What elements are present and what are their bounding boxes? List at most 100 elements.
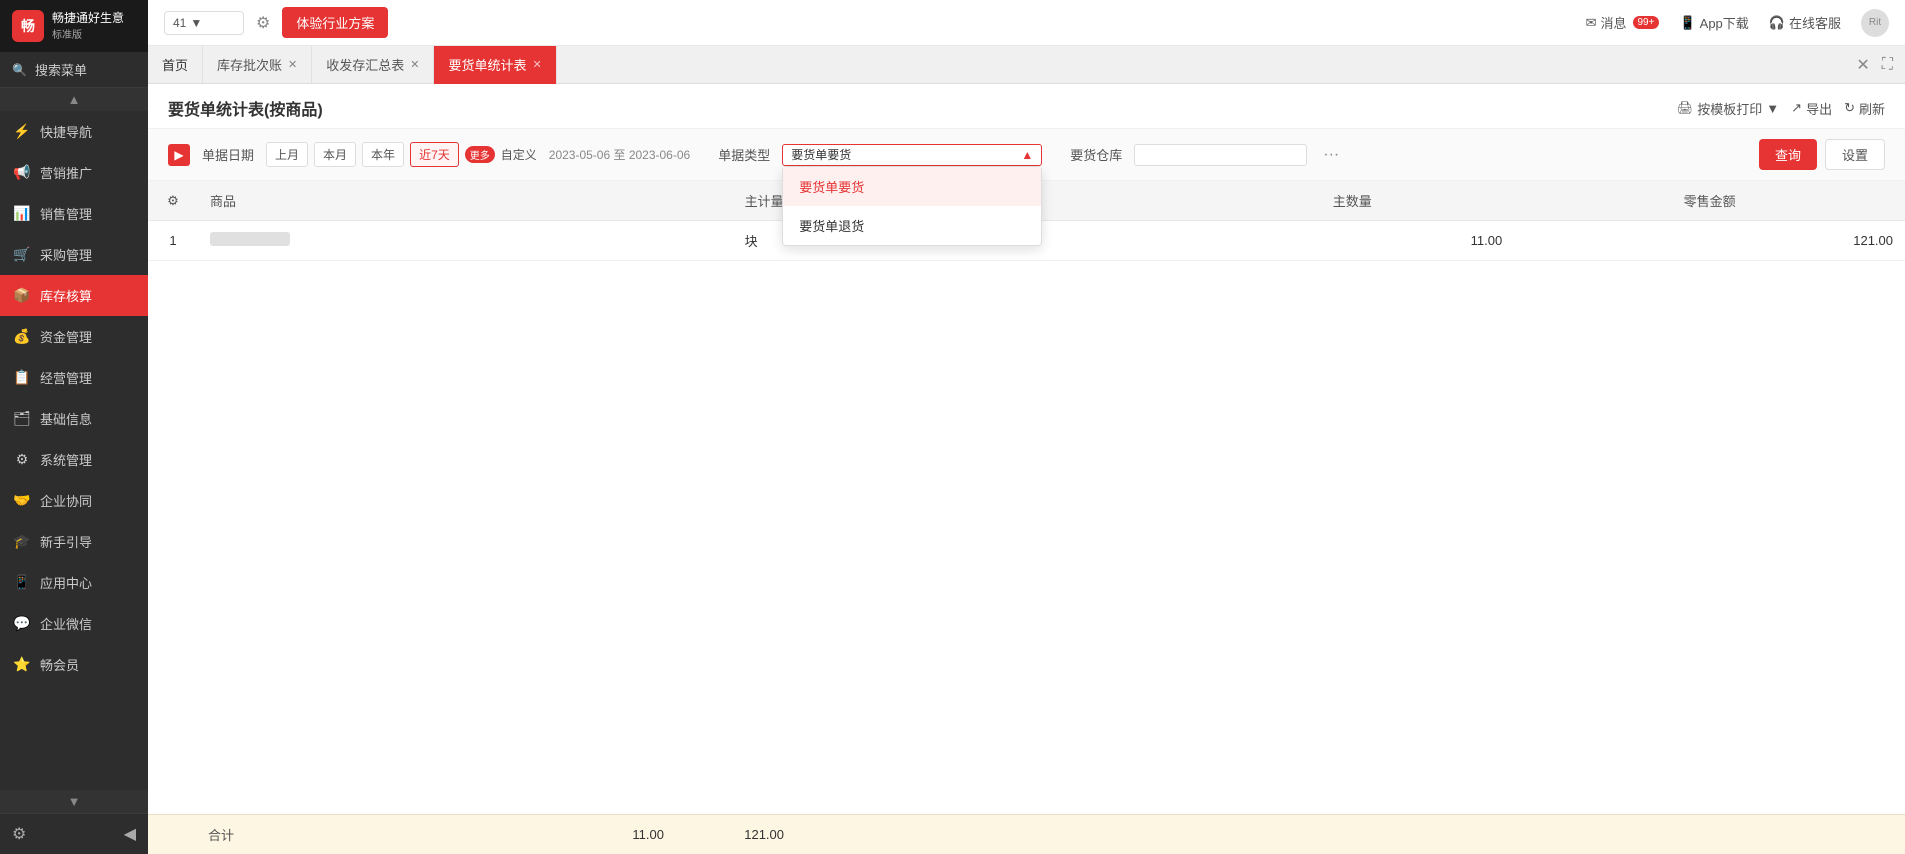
messages-label: 消息 [1600, 13, 1626, 32]
search-icon: 🔍 [12, 63, 27, 77]
sidebar-item-purchase[interactable]: 🛒 采购管理 [0, 234, 148, 275]
warehouse-filter-input[interactable] [1134, 144, 1307, 166]
collapse-icon[interactable]: ◀ [124, 824, 136, 844]
row-index: 1 [148, 221, 198, 261]
sidebar-item-guide[interactable]: 🎓 新手引导 [0, 521, 148, 562]
sidebar-item-quick-nav[interactable]: ⚡ 快捷导航 [0, 111, 148, 152]
app-subtitle: 标准版 [52, 26, 124, 41]
tab-order-stats-label: 要货单统计表 [448, 55, 526, 74]
sidebar-item-label-enterprise: 企业协同 [40, 491, 92, 510]
user-avatar-btn[interactable]: Rit [1861, 9, 1889, 37]
filter-bar: ▶ 单据日期 上月 本月 本年 近7天 更多 自定义 2023-05-06 至 … [148, 129, 1905, 181]
operation-icon: 📋 [12, 369, 32, 386]
sidebar-item-label-purchase: 采购管理 [40, 245, 92, 264]
refresh-label: 刷新 [1859, 99, 1885, 118]
sidebar-item-sales[interactable]: 📊 销售管理 [0, 193, 148, 234]
date-custom-btn[interactable]: 自定义 [501, 146, 537, 163]
sidebar-item-label-member: 畅会员 [40, 655, 79, 674]
sidebar-item-label-quick-nav: 快捷导航 [40, 122, 92, 141]
app-download-label: App下载 [1700, 13, 1749, 32]
industry-btn[interactable]: 体验行业方案 [282, 7, 388, 38]
sidebar-item-label-guide: 新手引导 [40, 532, 92, 551]
sidebar-item-member[interactable]: ⭐ 畅会员 [0, 644, 148, 685]
dropdown-item-order-return[interactable]: 要货单退货 [783, 206, 1041, 245]
type-filter-input-wrap[interactable]: ▲ [782, 144, 1042, 166]
filter-expand-btn[interactable]: ▶ [168, 144, 190, 166]
topbar: 41 ▼ ⚙ 体验行业方案 ✉ 消息 99+ 📱 App下载 🎧 在线客服 [148, 0, 1905, 46]
message-icon: ✉ [1586, 15, 1597, 31]
main-area: 41 ▼ ⚙ 体验行业方案 ✉ 消息 99+ 📱 App下载 🎧 在线客服 [148, 0, 1905, 854]
sidebar-scroll-down[interactable]: ▼ [0, 790, 148, 813]
warehouse-more-icon[interactable]: ··· [1323, 146, 1339, 164]
sidebar-scroll-up[interactable]: ▲ [0, 88, 148, 111]
date-this-year[interactable]: 本年 [362, 142, 404, 167]
topbar-gear-icon[interactable]: ⚙ [256, 13, 270, 33]
tabs-close-all-icon[interactable]: ✕ [1852, 51, 1873, 79]
date-filter-group: 上月 本月 本年 近7天 更多 自定义 [266, 142, 537, 167]
tab-inventory-batch[interactable]: 库存批次账 ✕ [203, 46, 312, 84]
online-service-btn[interactable]: 🎧 在线客服 [1769, 13, 1841, 32]
filter-bar-inner: ▶ 单据日期 上月 本月 本年 近7天 更多 自定义 2023-05-06 至 … [168, 139, 1885, 170]
sidebar-item-inventory[interactable]: 📦 库存核算 [0, 275, 148, 316]
store-value: 41 [173, 16, 186, 30]
tab-order-stats-close[interactable]: ✕ [533, 58, 542, 71]
tab-receivable[interactable]: 收发存汇总表 ✕ [312, 46, 434, 84]
type-filter-arrow[interactable]: ▲ [1021, 148, 1033, 162]
sidebar-item-label-appstore: 应用中心 [40, 573, 92, 592]
purchase-icon: 🛒 [12, 246, 32, 263]
marketing-icon: 📢 [12, 164, 32, 181]
date-this-month[interactable]: 本月 [314, 142, 356, 167]
sidebar-search[interactable]: 🔍 搜索菜单 [0, 52, 148, 88]
sidebar-item-label-wechat: 企业微信 [40, 614, 92, 633]
content-area: 要货单统计表(按商品) 🖨 按模板打印 ▼ ↗ 导出 ↻ 刷新 [148, 84, 1905, 854]
sidebar-item-operation[interactable]: 📋 经营管理 [0, 357, 148, 398]
dropdown-item-order-delivery[interactable]: 要货单要货 [783, 167, 1041, 206]
sidebar-item-label-operation: 经营管理 [40, 368, 92, 387]
sidebar-item-system[interactable]: ⚙ 系统管理 [0, 439, 148, 480]
sidebar-item-wechat[interactable]: 💬 企业微信 [0, 603, 148, 644]
print-arrow: ▼ [1766, 101, 1779, 116]
type-filter-input[interactable] [791, 148, 1021, 162]
page-title-bar: 要货单统计表(按商品) 🖨 按模板打印 ▼ ↗ 导出 ↻ 刷新 [148, 84, 1905, 129]
warehouse-filter-label: 要货仓库 [1070, 145, 1122, 164]
tabs-expand-icon[interactable]: ⛶ [1878, 52, 1897, 78]
filter-actions: 查询 设置 [1759, 139, 1885, 170]
page-actions: 🖨 按模板打印 ▼ ↗ 导出 ↻ 刷新 [1677, 99, 1885, 118]
sales-icon: 📊 [12, 205, 32, 222]
print-btn[interactable]: 🖨 按模板打印 ▼ [1677, 99, 1779, 118]
finance-icon: 💰 [12, 328, 32, 345]
sidebar-footer: ⚙ ◀ [0, 813, 148, 854]
sidebar-item-appstore[interactable]: 📱 应用中心 [0, 562, 148, 603]
sidebar-item-enterprise[interactable]: 🤝 企业协同 [0, 480, 148, 521]
date-more-badge: 更多 [465, 146, 495, 163]
store-selector[interactable]: 41 ▼ [164, 11, 244, 35]
messages-btn[interactable]: ✉ 消息 99+ [1586, 13, 1660, 32]
refresh-btn[interactable]: ↻ 刷新 [1844, 99, 1885, 118]
tab-receivable-close[interactable]: ✕ [410, 58, 419, 71]
query-btn[interactable]: 查询 [1759, 139, 1817, 170]
sidebar-item-marketing[interactable]: 📢 营销推广 [0, 152, 148, 193]
sidebar-item-basic[interactable]: 🗂 基础信息 [0, 398, 148, 439]
tab-home[interactable]: 首页 [148, 46, 203, 84]
type-filter-wrap: ▲ 要货单要货 要货单退货 [782, 144, 1042, 166]
app-download-btn[interactable]: 📱 App下载 [1679, 13, 1748, 32]
tab-inventory-batch-close[interactable]: ✕ [288, 58, 297, 71]
export-btn[interactable]: ↗ 导出 [1791, 99, 1832, 118]
export-icon: ↗ [1791, 100, 1802, 116]
sidebar-item-label-basic: 基础信息 [40, 409, 92, 428]
sidebar-item-finance[interactable]: 💰 资金管理 [0, 316, 148, 357]
print-icon: 🖨 [1677, 100, 1694, 116]
row-product [198, 221, 733, 261]
tab-order-stats[interactable]: 要货单统计表 ✕ [434, 46, 556, 84]
date-last-month[interactable]: 上月 [266, 142, 308, 167]
search-label: 搜索菜单 [35, 60, 87, 79]
col-amount: 零售金额 [1514, 181, 1905, 221]
date-last-7-days[interactable]: 近7天 [410, 142, 459, 167]
col-settings[interactable]: ⚙ [148, 181, 198, 221]
app-logo: 畅 [12, 10, 44, 42]
settings-btn[interactable]: 设置 [1825, 139, 1885, 170]
settings-icon[interactable]: ⚙ [12, 824, 26, 844]
row-qty: 11.00 [1190, 221, 1514, 261]
sidebar-item-label-system: 系统管理 [40, 450, 92, 469]
guide-icon: 🎓 [12, 533, 32, 550]
